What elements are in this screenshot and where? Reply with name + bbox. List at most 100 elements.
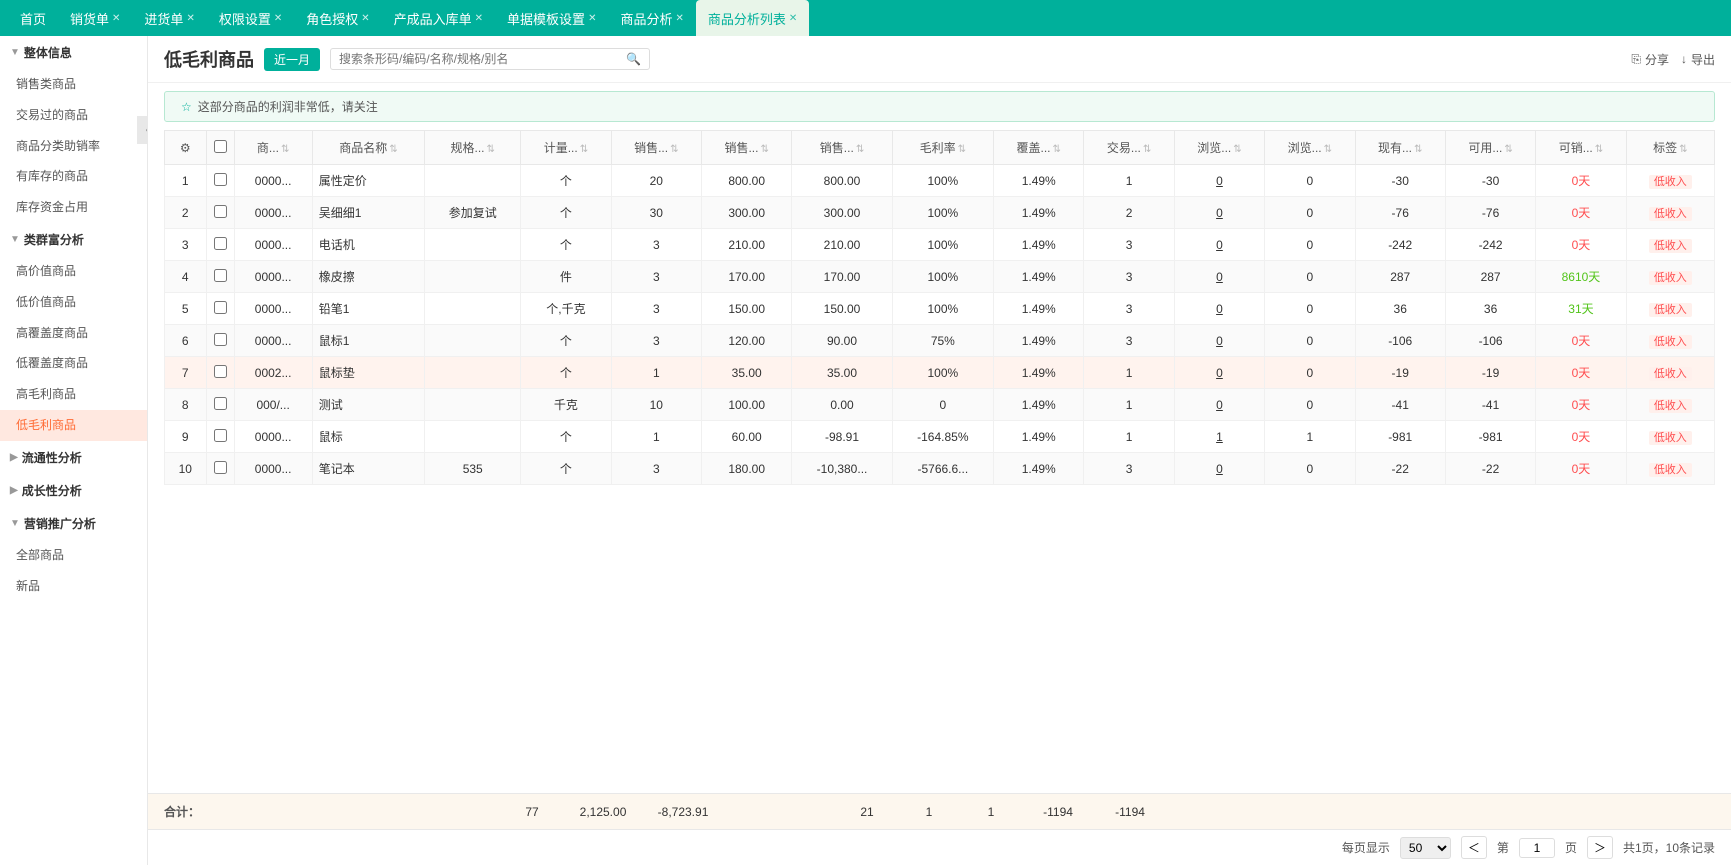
row-checkbox-cell[interactable] (206, 453, 234, 485)
page-size-select[interactable]: 50 20 100 (1400, 837, 1451, 859)
row-checkbox[interactable] (214, 269, 227, 282)
nav-product-in[interactable]: 产成品入库单 ✕ (382, 0, 495, 36)
sidebar-item-in-stock[interactable]: 有库存的商品 (0, 161, 147, 192)
row-checkbox-cell[interactable] (206, 229, 234, 261)
row-checkbox-cell[interactable] (206, 261, 234, 293)
row-checkbox[interactable] (214, 365, 227, 378)
sidebar-item-all-goods[interactable]: 全部商品 (0, 540, 147, 571)
row-checkbox[interactable] (214, 461, 227, 474)
th-available-stock[interactable]: 可用...⇅ (1445, 131, 1535, 165)
th-sales-profit[interactable]: 销售...⇅ (792, 131, 892, 165)
row-checkbox-cell[interactable] (206, 421, 234, 453)
sidebar-item-low-coverage[interactable]: 低覆盖度商品 (0, 348, 147, 379)
sidebar-section-marketing[interactable]: ▼ 营销推广分析 (0, 507, 147, 540)
row-checkbox[interactable] (214, 173, 227, 186)
row-checkbox[interactable] (214, 205, 227, 218)
search-input[interactable] (339, 52, 626, 66)
row-checkbox-cell[interactable] (206, 357, 234, 389)
sidebar-section-cluster[interactable]: ▼ 类群富分析 (0, 223, 147, 256)
th-current-stock[interactable]: 现有...⇅ (1355, 131, 1445, 165)
th-browse1[interactable]: 浏览...⇅ (1174, 131, 1264, 165)
row-checkbox[interactable] (214, 301, 227, 314)
row-browse1[interactable]: 0 (1174, 325, 1264, 357)
th-browse2[interactable]: 浏览...⇅ (1265, 131, 1355, 165)
nav-role[interactable]: 角色授权 ✕ (294, 0, 381, 36)
nav-close-permission[interactable]: ✕ (274, 13, 282, 24)
row-browse1[interactable]: 0 (1174, 453, 1264, 485)
notice-bar: ☆ 这部分商品的利润非常低，请关注 (164, 91, 1715, 122)
row-browse1[interactable]: 0 (1174, 357, 1264, 389)
row-checkbox-cell[interactable] (206, 197, 234, 229)
nav-template[interactable]: 单据模板设置 ✕ (495, 0, 608, 36)
th-sellable-days[interactable]: 可销...⇅ (1536, 131, 1626, 165)
nav-close-purchase[interactable]: ✕ (186, 13, 194, 24)
row-checkbox-cell[interactable] (206, 325, 234, 357)
sidebar-item-sales-goods[interactable]: 销售类商品 (0, 69, 147, 100)
nav-purchase[interactable]: 进货单 ✕ (132, 0, 206, 36)
sidebar-item-capital[interactable]: 库存资金占用 (0, 192, 147, 223)
nav-home[interactable]: 首页 (8, 0, 58, 36)
sidebar-item-high-coverage[interactable]: 高覆盖度商品 (0, 318, 147, 349)
th-trade[interactable]: 交易...⇅ (1084, 131, 1174, 165)
sidebar-section-flow[interactable]: ▶ 流通性分析 (0, 441, 147, 474)
th-tag[interactable]: 标签⇅ (1626, 131, 1714, 165)
sidebar-section-overall[interactable]: ▼ 整体信息 (0, 36, 147, 69)
nav-close-template[interactable]: ✕ (588, 13, 596, 24)
share-button[interactable]: ⎘ 分享 (1631, 51, 1669, 68)
sidebar-item-high-margin[interactable]: 高毛利商品 (0, 379, 147, 410)
th-coverage[interactable]: 覆盖...⇅ (994, 131, 1084, 165)
sidebar-collapse-btn[interactable]: 《 (137, 116, 148, 144)
sidebar-section-growth[interactable]: ▶ 成长性分析 (0, 474, 147, 507)
sidebar-item-new-goods[interactable]: 新品 (0, 571, 147, 602)
date-filter-button[interactable]: 近一月 (264, 48, 320, 71)
row-checkbox[interactable] (214, 237, 227, 250)
nav-sales[interactable]: 销货单 ✕ (58, 0, 132, 36)
row-checkbox-cell[interactable] (206, 389, 234, 421)
th-checkbox[interactable] (206, 131, 234, 165)
nav-analysis[interactable]: 商品分析 ✕ (608, 0, 695, 36)
row-browse1[interactable]: 0 (1174, 229, 1264, 261)
row-trade-count: 1 (1084, 165, 1174, 197)
sidebar-item-category-rate[interactable]: 商品分类助销率 (0, 131, 147, 162)
sidebar-item-low-margin[interactable]: 低毛利商品 (0, 410, 147, 441)
th-sales-price[interactable]: 销售...⇅ (701, 131, 791, 165)
prev-page-button[interactable]: ＜ (1461, 836, 1487, 859)
row-checkbox-cell[interactable] (206, 293, 234, 325)
nav-close-sales[interactable]: ✕ (112, 13, 120, 24)
nav-close-product-in[interactable]: ✕ (475, 13, 483, 24)
row-browse1[interactable]: 0 (1174, 293, 1264, 325)
th-settings[interactable]: ⚙ (165, 131, 207, 165)
sidebar-item-high-value[interactable]: 高价值商品 (0, 256, 147, 287)
row-browse1[interactable]: 0 (1174, 389, 1264, 421)
th-name[interactable]: 商品名称⇅ (312, 131, 424, 165)
row-checkbox-cell[interactable] (206, 165, 234, 197)
next-page-button[interactable]: ＞ (1587, 836, 1613, 859)
search-icon[interactable]: 🔍 (626, 52, 641, 66)
row-sellable-days: 0天 (1536, 453, 1626, 485)
nav-close-analysis[interactable]: ✕ (675, 13, 683, 24)
nav-close-role[interactable]: ✕ (361, 13, 369, 24)
row-sales-price: 800.00 (701, 165, 791, 197)
row-tag: 低收入 (1626, 357, 1714, 389)
row-browse1[interactable]: 1 (1174, 421, 1264, 453)
row-checkbox[interactable] (214, 429, 227, 442)
export-button[interactable]: ↓ 导出 (1681, 51, 1715, 68)
page-number-input[interactable] (1519, 838, 1555, 858)
page-indicator-label: 第 (1497, 839, 1509, 856)
th-sales-qty[interactable]: 销售...⇅ (611, 131, 701, 165)
th-unit[interactable]: 计量...⇅ (521, 131, 611, 165)
sidebar-item-traded-goods[interactable]: 交易过的商品 (0, 100, 147, 131)
row-browse1[interactable]: 0 (1174, 197, 1264, 229)
row-browse1[interactable]: 0 (1174, 261, 1264, 293)
th-gross-rate[interactable]: 毛利率⇅ (892, 131, 993, 165)
sidebar-item-low-value[interactable]: 低价值商品 (0, 287, 147, 318)
nav-analysis-list[interactable]: 商品分析列表 ✕ (696, 0, 809, 36)
nav-permission[interactable]: 权限设置 ✕ (207, 0, 294, 36)
row-browse1[interactable]: 0 (1174, 165, 1264, 197)
th-spec[interactable]: 规格...⇅ (425, 131, 521, 165)
nav-close-analysis-list[interactable]: ✕ (789, 13, 797, 24)
th-code[interactable]: 商...⇅ (234, 131, 312, 165)
row-checkbox[interactable] (214, 397, 227, 410)
select-all-checkbox[interactable] (214, 140, 227, 153)
row-checkbox[interactable] (214, 333, 227, 346)
